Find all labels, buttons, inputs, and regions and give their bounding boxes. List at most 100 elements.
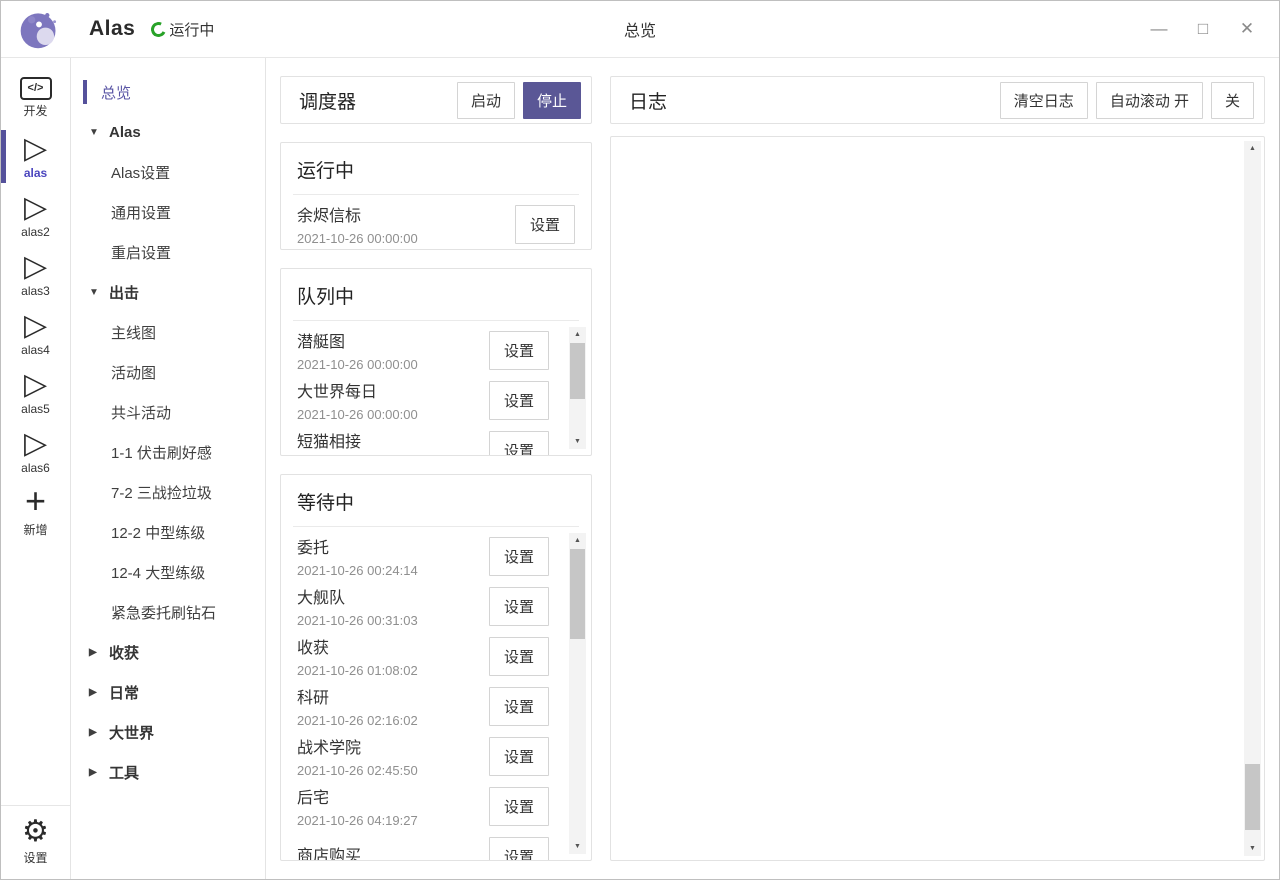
scheduler-title: 调度器: [299, 87, 449, 114]
play-icon: [24, 252, 47, 282]
nav-item[interactable]: ▼ Alas: [71, 112, 265, 152]
scroll-down-icon[interactable]: ▼: [569, 839, 586, 854]
rail-item[interactable]: 新增: [1, 481, 70, 540]
log-column: 日志 清空日志 自动滚动 开 关 ▲ ▼: [610, 76, 1265, 861]
task-setting-button[interactable]: 设置: [489, 687, 549, 726]
nav-item[interactable]: 重启设置: [71, 232, 265, 272]
task-row: 收获 2021-10-26 01:08:02 设置: [281, 631, 565, 681]
task-setting-button[interactable]: 设置: [489, 537, 549, 576]
nav-item[interactable]: 12-2 中型练级: [71, 512, 265, 552]
task-time: 2021-10-26 00:00:00: [297, 407, 418, 422]
nav-item[interactable]: ▶ 收获: [71, 632, 265, 672]
waiting-section: 等待中 委托 2021-10-26 00:24:14 设置: [280, 474, 592, 861]
nav-item[interactable]: 1-1 伏击刷好感: [71, 432, 265, 472]
task-setting-button[interactable]: 设置: [489, 737, 549, 776]
task-row: 余烬信标 2021-10-26 00:00:00 设置: [281, 199, 591, 249]
pending-task-list: 潜艇图 2021-10-26 00:00:00 设置 大世界每日 2021-10…: [281, 321, 591, 455]
play-icon: [24, 429, 47, 459]
task-setting-button[interactable]: 设置: [489, 787, 549, 826]
scroll-up-icon[interactable]: ▲: [569, 327, 586, 342]
scroll-down-icon[interactable]: ▼: [1244, 841, 1261, 856]
start-button[interactable]: 启动: [457, 82, 515, 119]
rail-item[interactable]: alas2: [1, 186, 70, 245]
waiting-task-area: 委托 2021-10-26 00:24:14 设置 大舰队 2021-10-26…: [281, 527, 591, 860]
scrollbar[interactable]: ▲ ▼: [569, 533, 586, 854]
minimize-button[interactable]: —: [1137, 7, 1181, 51]
rail-item-settings[interactable]: 设置: [1, 812, 70, 871]
task-name: 短猫相接: [297, 428, 418, 452]
scroll-thumb[interactable]: [570, 343, 585, 399]
rail-item[interactable]: alas3: [1, 245, 70, 304]
nav-item[interactable]: ▶ 日常: [71, 672, 265, 712]
nav-item[interactable]: 12-4 大型练级: [71, 552, 265, 592]
scroll-thumb[interactable]: [570, 549, 585, 639]
play-icon: [24, 134, 47, 164]
rail-item[interactable]: alas4: [1, 304, 70, 363]
alas-logo-icon: [17, 7, 61, 51]
main-area: 开发 alas alas2 alas3 alas4: [1, 58, 1279, 879]
caret-icon: ▶: [89, 687, 109, 698]
stop-button[interactable]: 停止: [523, 82, 581, 119]
log-header-panel: 日志 清空日志 自动滚动 开 关: [610, 76, 1265, 124]
scrollbar[interactable]: ▲ ▼: [1244, 141, 1261, 856]
log-off-button[interactable]: 关: [1211, 82, 1254, 119]
nav-item[interactable]: ▶ 工具: [71, 752, 265, 792]
running-task-area: 余烬信标 2021-10-26 00:00:00 设置: [281, 195, 591, 249]
nav-item[interactable]: 总览: [71, 72, 265, 112]
task-setting-button[interactable]: 设置: [489, 837, 549, 861]
scrollbar[interactable]: ▲ ▼: [569, 327, 586, 449]
rail-item[interactable]: alas5: [1, 363, 70, 422]
autoscroll-toggle-button[interactable]: 自动滚动 开: [1096, 82, 1203, 119]
task-setting-button[interactable]: 设置: [489, 587, 549, 626]
nav-item[interactable]: Alas设置: [71, 152, 265, 192]
content-area: 调度器 启动 停止 运行中 余烬信标 2021-10-26 00:00:00: [266, 58, 1279, 879]
task-row: 大舰队 2021-10-26 00:31:03 设置: [281, 581, 565, 631]
nav-menu: 总览 ▼ Alas Alas设置 通用设置 重启设置 ▼ 出击: [71, 58, 266, 879]
maximize-button[interactable]: □: [1181, 7, 1225, 51]
waiting-task-list: 委托 2021-10-26 00:24:14 设置 大舰队 2021-10-26…: [281, 527, 591, 860]
clear-log-button[interactable]: 清空日志: [1000, 82, 1088, 119]
task-time: 2021-10-26 00:00:00: [297, 357, 418, 372]
nav-item[interactable]: 通用设置: [71, 192, 265, 232]
caret-icon: ▶: [89, 727, 109, 738]
task-row: 后宅 2021-10-26 04:19:27 设置: [281, 781, 565, 831]
rail-item[interactable]: alas: [1, 127, 70, 186]
gear-icon: [22, 817, 49, 847]
nav-item[interactable]: 主线图: [71, 312, 265, 352]
log-lines: [611, 137, 1264, 860]
nav-item[interactable]: 共斗活动: [71, 392, 265, 432]
titlebar: Alas 运行中 总览 — □ ✕: [1, 1, 1279, 58]
task-name: 商店购买: [297, 842, 361, 861]
task-setting-button[interactable]: 设置: [489, 637, 549, 676]
rail-bottom: 设置: [1, 805, 70, 879]
task-time: 2021-10-26 00:00:00: [297, 231, 418, 246]
scroll-up-icon[interactable]: ▲: [1244, 141, 1261, 156]
close-button[interactable]: ✕: [1225, 7, 1269, 51]
rail-item[interactable]: 开发: [1, 68, 70, 127]
task-time: 2021-10-26 02:45:50: [297, 763, 418, 778]
rail-item[interactable]: alas6: [1, 422, 70, 481]
play-icon: [24, 193, 47, 223]
waiting-title: 等待中: [281, 475, 591, 526]
task-name: 收获: [297, 634, 418, 658]
scroll-up-icon[interactable]: ▲: [569, 533, 586, 548]
nav-item[interactable]: 紧急委托刷钻石: [71, 592, 265, 632]
running-spinner-icon: [149, 19, 168, 38]
task-setting-button[interactable]: 设置: [489, 331, 549, 370]
task-setting-button[interactable]: 设置: [489, 381, 549, 420]
nav-item[interactable]: ▼ 出击: [71, 272, 265, 312]
scroll-down-icon[interactable]: ▼: [569, 434, 586, 449]
pending-section: 队列中 潜艇图 2021-10-26 00:00:00 设置: [280, 268, 592, 456]
task-setting-button[interactable]: 设置: [489, 431, 549, 456]
nav-item[interactable]: 7-2 三战捡垃圾: [71, 472, 265, 512]
nav-item[interactable]: 活动图: [71, 352, 265, 392]
scroll-thumb[interactable]: [1245, 764, 1260, 830]
instance-rail: 开发 alas alas2 alas3 alas4: [1, 58, 71, 879]
task-setting-button[interactable]: 设置: [515, 205, 575, 244]
nav-item[interactable]: ▶ 大世界: [71, 712, 265, 752]
task-name: 后宅: [297, 784, 418, 808]
task-row: 短猫相接 2021-10-26 00:00:00 设置: [281, 425, 565, 455]
task-row: 大世界每日 2021-10-26 00:00:00 设置: [281, 375, 565, 425]
pending-title: 队列中: [281, 269, 591, 320]
task-name: 大舰队: [297, 584, 418, 608]
